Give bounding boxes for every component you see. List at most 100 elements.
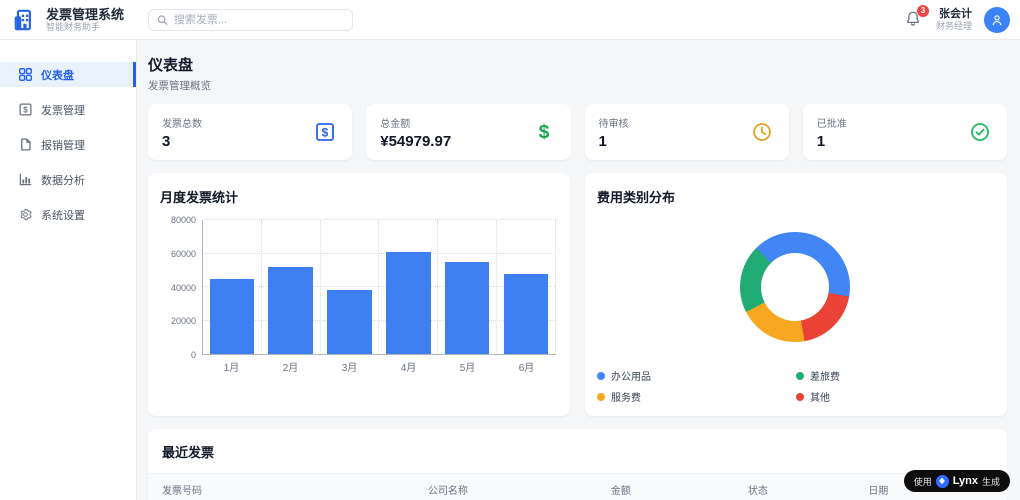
donut-chart <box>740 232 850 342</box>
bar-2月 <box>268 266 313 354</box>
col-invoice-number: 发票号码 <box>162 486 202 497</box>
legend-dot <box>796 371 804 380</box>
user-avatar[interactable] <box>984 6 1010 33</box>
svg-text:$: $ <box>538 122 549 143</box>
analytics-bars-icon <box>18 173 32 187</box>
lynx-badge-brand: Lynx <box>952 475 978 487</box>
notification-count-badge: 3 <box>916 4 929 17</box>
legend-label: 服务费 <box>611 393 641 404</box>
search-input[interactable] <box>173 13 344 26</box>
app-title: 发票管理系统 <box>46 6 125 22</box>
legend-label: 其他 <box>810 393 830 404</box>
sidebar-item-analytics[interactable]: 数据分析 <box>0 167 136 192</box>
bar-chart-plot <box>202 219 556 355</box>
legend-item-other: 其他 <box>796 389 995 404</box>
bar-6月 <box>503 273 549 354</box>
stat-label: 已批准 <box>816 118 847 130</box>
table-header-row: 发票号码 公司名称 金额 状态 日期 <box>148 473 1007 500</box>
y-tick-label: 0 <box>190 350 196 360</box>
stat-value: 1 <box>816 132 826 150</box>
app-subtitle: 智能财务助手 <box>46 21 101 32</box>
check-circle-icon <box>971 123 989 141</box>
dashboard-grid-icon <box>18 68 32 82</box>
bar-5月 <box>444 261 490 354</box>
sidebar-item-label: 系统设置 <box>41 209 85 222</box>
sidebar-item-dashboard[interactable]: 仪表盘 <box>0 62 136 87</box>
sidebar-item-label: 发票管理 <box>41 104 85 117</box>
col-amount: 金额 <box>610 486 631 497</box>
x-tick-label: 4月 <box>400 363 417 374</box>
main-content: 仪表盘 发票管理概览 发票总数 3 $ 总金额 ¥54979.97 $ 待审核 … <box>137 40 1020 500</box>
donut-chart-title: 费用类别分布 <box>597 190 676 205</box>
stat-value: 1 <box>598 132 607 150</box>
legend-dot <box>796 392 804 401</box>
stat-card-approved: 已批准 1 <box>802 104 1007 160</box>
settings-gear-icon <box>18 208 32 222</box>
stats-row: 发票总数 3 $ 总金额 ¥54979.97 $ 待审核 1 已批准 1 <box>148 104 1007 160</box>
y-tick-label: 40000 <box>170 282 196 293</box>
stat-value: ¥54979.97 <box>380 132 452 150</box>
stat-card-total-invoices: 发票总数 3 $ <box>148 104 353 160</box>
stat-card-pending: 待审核 1 <box>584 104 789 160</box>
sidebar-item-settings[interactable]: 系统设置 <box>0 202 136 227</box>
sidebar-nav: 仪表盘 $ 发票管理 报销管理 数据分析 系统设置 <box>0 40 137 500</box>
building-logo-icon <box>14 9 31 30</box>
sidebar-item-label: 仪表盘 <box>41 69 74 82</box>
bar-chart-x-labels: 1月 2月 3月 4月 5月 6月 <box>202 359 556 374</box>
notification-bell[interactable]: 3 <box>904 4 929 30</box>
clock-icon <box>752 123 771 141</box>
legend-label: 办公用品 <box>611 372 651 383</box>
legend-dot <box>597 371 605 380</box>
legend-dot <box>597 392 605 401</box>
x-tick-label: 2月 <box>282 363 299 374</box>
y-tick-label: 80000 <box>170 215 196 225</box>
app-logo: 发票管理系统 智能财务助手 <box>0 7 137 33</box>
sidebar-item-invoices[interactable]: $ 发票管理 <box>0 97 136 122</box>
dollar-sign-icon: $ <box>538 122 549 143</box>
recent-invoices-title: 最近发票 <box>162 445 215 460</box>
sidebar-item-label: 报销管理 <box>41 139 85 152</box>
x-tick-label: 1月 <box>223 363 240 374</box>
page-subtitle: 发票管理概览 <box>148 80 211 92</box>
x-tick-label: 3月 <box>341 363 358 374</box>
sidebar-item-label: 数据分析 <box>41 174 85 187</box>
svg-text:$: $ <box>23 105 28 114</box>
lynx-attribution-badge[interactable]: 使用 Lynx 生成 <box>903 470 1010 492</box>
bar-chart-y-axis: 0 20000 40000 60000 80000 <box>160 215 202 360</box>
top-header: 发票管理系统 智能财务助手 3 张会计 财务经理 <box>0 0 1020 40</box>
stat-label: 待审核 <box>598 118 629 130</box>
stat-card-total-amount: 总金额 ¥54979.97 $ <box>366 104 571 160</box>
legend-item-travel: 差旅费 <box>796 368 995 383</box>
stat-label: 发票总数 <box>162 118 202 130</box>
y-tick-label: 60000 <box>170 248 196 259</box>
user-name: 张会计 <box>939 8 972 20</box>
bar-4月 <box>386 251 431 354</box>
y-tick-label: 20000 <box>170 316 196 327</box>
sidebar-item-reimbursement[interactable]: 报销管理 <box>0 132 136 157</box>
person-icon <box>992 14 1002 25</box>
lynx-logo-icon <box>935 474 949 488</box>
lynx-badge-prefix: 使用 <box>913 476 932 487</box>
x-tick-label: 6月 <box>518 363 535 374</box>
user-info: 张会计 财务经理 <box>936 8 972 31</box>
search-bar[interactable] <box>148 8 353 31</box>
donut-legend: 办公用品 差旅费 服务费 其他 <box>597 368 995 404</box>
stat-label: 总金额 <box>380 118 411 130</box>
legend-item-service: 服务费 <box>597 389 796 404</box>
search-icon <box>157 14 168 25</box>
bar-1月 <box>209 278 255 354</box>
col-company-name: 公司名称 <box>427 486 468 497</box>
monthly-invoice-bar-chart-card: 月度发票统计 0 20000 40000 60000 80000 1月 2月 3月 4月 5月 6… <box>148 173 570 416</box>
bar-3月 <box>327 290 372 354</box>
invoice-dollar-square-icon: $ <box>316 123 335 141</box>
user-role: 财务经理 <box>935 20 972 31</box>
legend-label: 差旅费 <box>810 372 840 383</box>
bar-chart-title: 月度发票统计 <box>160 190 239 205</box>
invoice-icon: $ <box>18 103 32 117</box>
lynx-badge-suffix: 生成 <box>981 476 1000 487</box>
legend-item-office-supplies: 办公用品 <box>597 368 796 383</box>
stat-value: 3 <box>162 132 171 150</box>
x-tick-label: 5月 <box>459 363 476 374</box>
recent-invoices-card: 最近发票 发票号码 公司名称 金额 状态 日期 1234567890123456… <box>148 429 1007 500</box>
report-doc-icon <box>18 138 32 152</box>
